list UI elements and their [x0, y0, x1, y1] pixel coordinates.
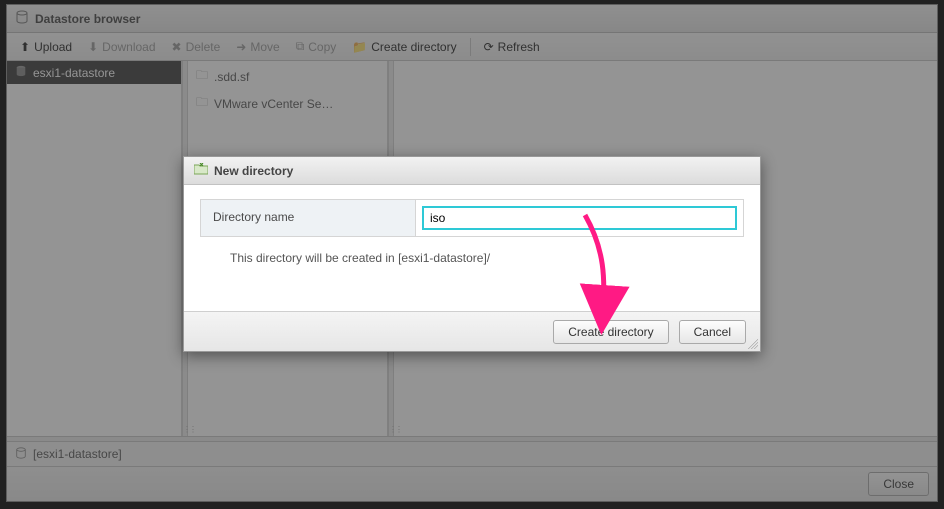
- form-row-directory-name: Directory name: [200, 199, 744, 237]
- cancel-button[interactable]: Cancel: [679, 320, 746, 344]
- dialog-title: New directory: [214, 164, 293, 178]
- directory-name-label: Directory name: [201, 200, 416, 236]
- new-directory-dialog: New directory Directory name This direct…: [183, 156, 761, 352]
- dialog-body: Directory name This directory will be cr…: [184, 185, 760, 275]
- directory-name-input[interactable]: [422, 206, 737, 230]
- create-directory-confirm-button[interactable]: Create directory: [553, 320, 668, 344]
- resize-grip[interactable]: [748, 339, 758, 349]
- dialog-hint-text: This directory will be created in [esxi1…: [200, 237, 744, 265]
- new-folder-icon: [194, 163, 208, 178]
- dialog-titlebar: New directory: [184, 157, 760, 185]
- dialog-footer: Create directory Cancel: [184, 311, 760, 351]
